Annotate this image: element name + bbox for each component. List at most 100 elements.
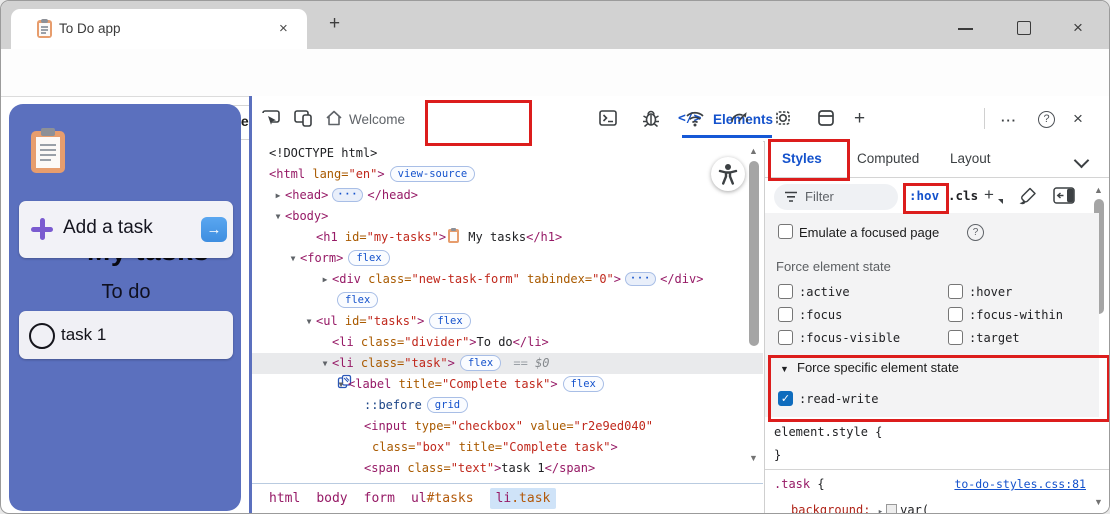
dom-tree-line[interactable]: ▶<head>···</head> (252, 185, 763, 206)
layout-badge[interactable]: flex (337, 292, 378, 308)
collapsed-content-icon[interactable]: ··· (332, 188, 363, 202)
dom-token-tag: </span> (545, 461, 596, 475)
dom-tree-line[interactable]: ▼<form> flex (252, 248, 763, 269)
expand-arrow-open-icon[interactable]: ▼ (334, 374, 348, 395)
bug-issues-icon[interactable] (640, 107, 662, 129)
styles-scroll-up-icon[interactable]: ▲ (1094, 185, 1103, 195)
breadcrumb-item-li.task[interactable]: li.task (490, 488, 557, 509)
accessibility-overlay-button[interactable] (711, 157, 745, 191)
tab-welcome[interactable]: Welcome (349, 112, 405, 127)
state-checkbox-focus-visible[interactable] (778, 330, 793, 345)
dom-token-tag: > (550, 377, 557, 391)
dom-tree-line[interactable]: <li class="divider">To do</li> (252, 332, 763, 353)
memory-chip-icon[interactable] (772, 107, 794, 129)
dom-tree-line[interactable]: flex (252, 290, 763, 311)
performance-gauge-icon[interactable] (728, 107, 750, 129)
application-layout-icon[interactable] (815, 107, 837, 129)
state-checkbox-active[interactable] (778, 284, 793, 299)
state-checkbox-target[interactable] (948, 330, 963, 345)
browser-tab[interactable]: To Do app × (11, 9, 307, 49)
layout-badge[interactable]: grid (427, 397, 468, 413)
dom-tree-line[interactable]: <!DOCTYPE html> (252, 143, 763, 164)
layout-badge[interactable]: flex (429, 313, 470, 329)
breadcrumb-item-html[interactable]: html (269, 491, 300, 506)
toggle-cls-button[interactable]: .cls (948, 188, 978, 203)
dom-tree-line[interactable]: class="box" title="Complete task"> (252, 437, 763, 458)
dom-tree-line[interactable]: <html lang="en">view-source (252, 164, 763, 185)
filter-icon (784, 191, 798, 203)
expand-arrow-closed-icon[interactable]: ▶ (318, 269, 332, 290)
styles-tab-computed[interactable]: Computed (857, 151, 919, 166)
dom-tree-line[interactable]: ▶<div class="new-task-form" tabindex="0"… (252, 269, 763, 290)
devtools-menu-icon[interactable]: ··· (1001, 113, 1017, 128)
layout-badge[interactable]: flex (460, 355, 501, 371)
window-minimize-button[interactable] (958, 28, 973, 30)
dom-tree-line[interactable]: ▼<ul id="tasks">flex (252, 311, 763, 332)
task-checkbox[interactable] (29, 323, 55, 349)
dom-scroll-up-icon[interactable]: ▲ (749, 146, 758, 156)
window-maximize-button[interactable] (1017, 21, 1031, 35)
help-question-icon[interactable]: ? (967, 224, 984, 241)
dom-tree-line[interactable]: ::beforegrid (252, 395, 763, 416)
expand-arrow-closed-icon[interactable]: ▶ (271, 185, 285, 206)
home-icon[interactable] (323, 107, 345, 129)
task-item[interactable]: task 1 (19, 311, 233, 359)
inspect-element-icon[interactable] (260, 107, 282, 129)
stylesheet-link[interactable]: to-do-styles.css:81 (954, 477, 1086, 491)
styles-tab-styles[interactable]: Styles (782, 151, 822, 166)
expand-arrow-open-icon[interactable]: ▼ (286, 248, 300, 269)
add-task-card[interactable]: Add a task → (19, 201, 233, 258)
read-write-checkbox[interactable]: ✓ (778, 391, 793, 406)
expand-arrow-open-icon[interactable]: ▼ (318, 353, 332, 374)
dock-panel-icon[interactable] (1053, 187, 1075, 204)
breadcrumb-item-ul#tasks[interactable]: ul#tasks (411, 491, 474, 506)
layout-badge[interactable]: flex (563, 376, 604, 392)
dom-token-val: "my-tasks" (367, 230, 439, 244)
dom-token-tag: <html (269, 167, 305, 181)
state-checkbox-focus-within[interactable] (948, 307, 963, 322)
state-checkbox-focus[interactable] (778, 307, 793, 322)
network-wifi-icon[interactable] (684, 107, 706, 129)
dom-tree-line[interactable]: <input type="checkbox" value="r2e9ed040" (252, 416, 763, 437)
toggle-hov-button[interactable]: :hov (909, 188, 939, 203)
dom-token-tag: > (610, 440, 617, 454)
dom-token-attr: tabindex= (520, 272, 592, 286)
task-rule-selector[interactable]: .task { (774, 477, 825, 491)
new-tab-button[interactable]: + (329, 13, 340, 35)
devtools-help-icon[interactable]: ? (1038, 111, 1055, 128)
element-style-selector[interactable]: element.style { (774, 425, 882, 439)
emulate-focused-page-checkbox[interactable] (778, 224, 793, 239)
styles-scroll-down-icon[interactable]: ▼ (1094, 497, 1103, 507)
expand-arrow-open-icon[interactable]: ▼ (271, 206, 285, 227)
rendering-brush-icon[interactable] (1018, 186, 1038, 206)
layout-badge[interactable]: view-source (390, 166, 476, 182)
state-checkbox-hover[interactable] (948, 284, 963, 299)
dom-scroll-down-icon[interactable]: ▼ (749, 453, 758, 463)
dom-token-attr: class= (400, 461, 451, 475)
dom-token-attr: id= (338, 314, 367, 328)
styles-tab-layout[interactable]: Layout (950, 151, 991, 166)
dom-tree-line[interactable]: ▼<label title="Complete task">flex (252, 374, 763, 395)
dom-token-attr: class= (354, 356, 405, 370)
devtools-close-icon[interactable]: × (1073, 109, 1083, 129)
chevron-down-icon[interactable] (1074, 153, 1090, 169)
more-tools-add-icon[interactable]: + (854, 108, 865, 130)
breadcrumb-item-body[interactable]: body (316, 491, 347, 506)
device-emulation-icon[interactable] (292, 107, 314, 129)
window-close-button[interactable]: × (1073, 18, 1083, 38)
expand-arrow-open-icon[interactable]: ▼ (302, 311, 316, 332)
add-task-submit-button[interactable]: → (201, 217, 227, 242)
dom-token-tag: <form> (300, 251, 343, 265)
collapse-triangle-icon[interactable]: ▼ (780, 364, 789, 374)
dom-scrollbar-thumb[interactable] (749, 161, 759, 346)
tab-close-icon[interactable]: × (279, 20, 288, 37)
layout-badge[interactable]: flex (348, 250, 389, 266)
dom-tree-line[interactable]: ▼<body> (252, 206, 763, 227)
dom-tree-line[interactable]: <span class="text">task 1</span> (252, 458, 763, 479)
console-icon[interactable] (597, 107, 619, 129)
breadcrumb-item-form[interactable]: form (364, 491, 395, 506)
dom-tree-line-selected[interactable]: ▼<li class="task">flex == $0 (252, 353, 763, 374)
collapsed-content-icon[interactable]: ··· (625, 272, 656, 286)
dom-tree-line[interactable]: <h1 id="my-tasks"> My tasks</h1> (252, 227, 763, 248)
new-style-rule-button[interactable]: + (984, 185, 994, 205)
